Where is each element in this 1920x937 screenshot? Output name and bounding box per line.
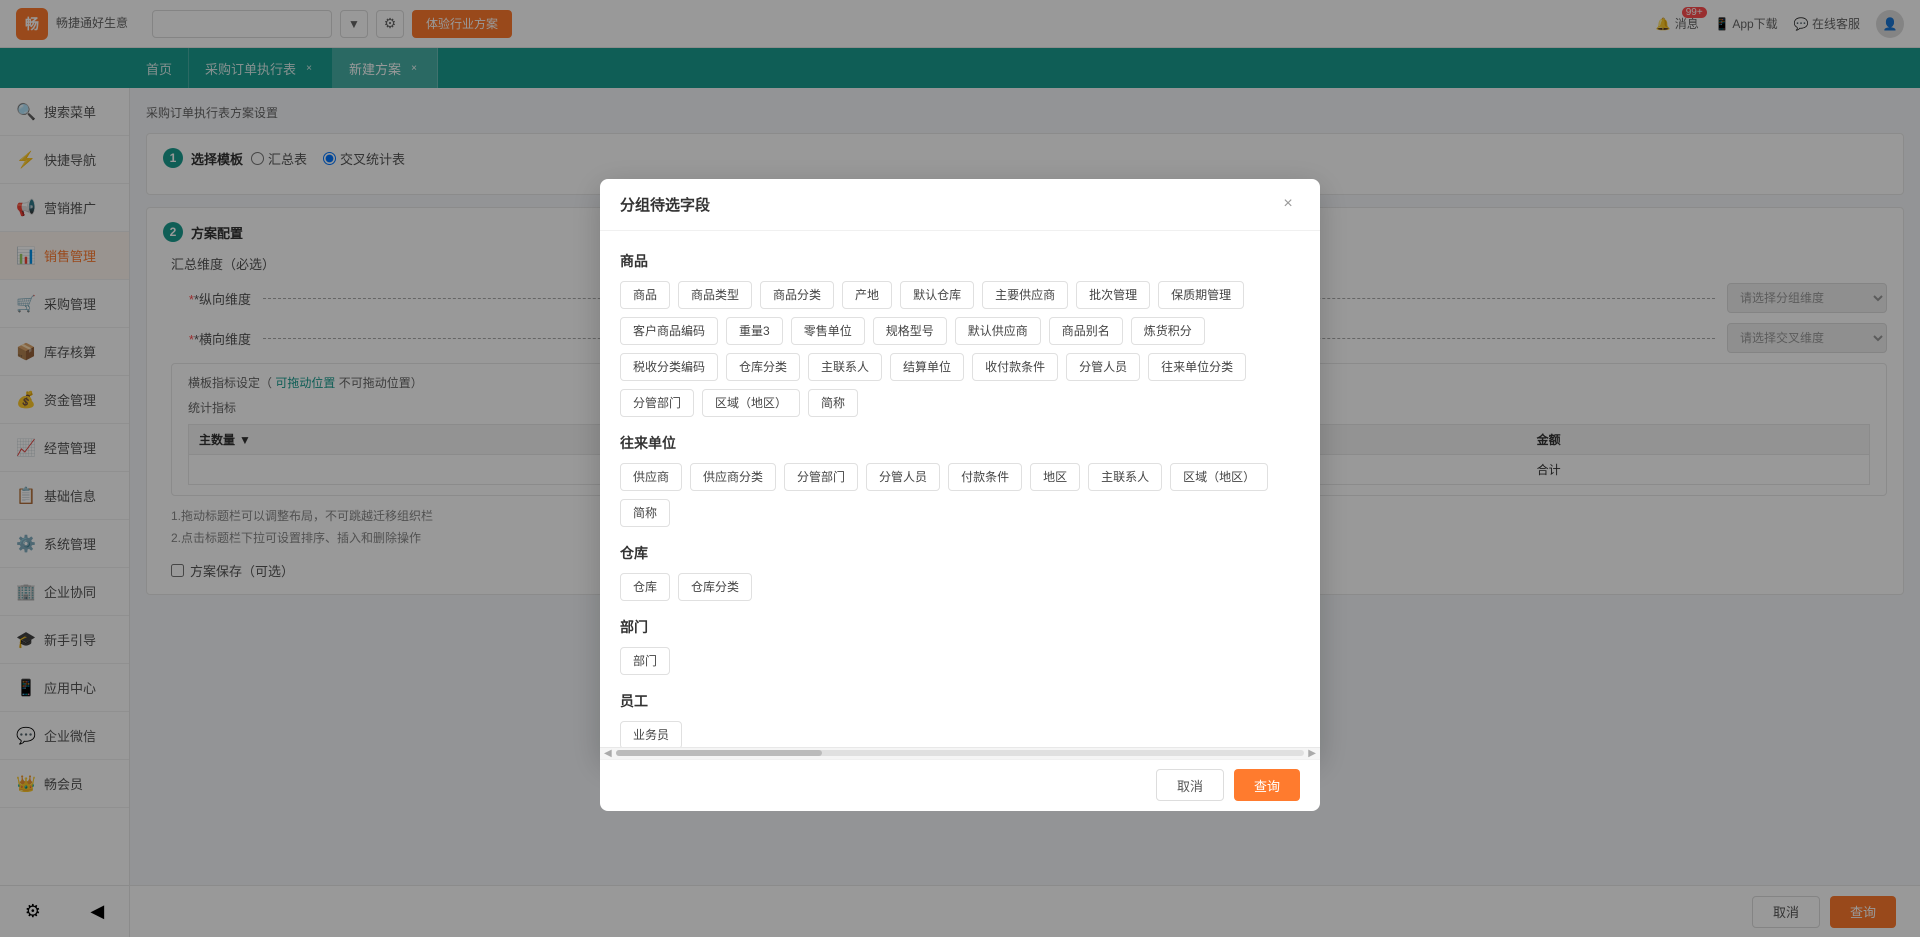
field-tag[interactable]: 简称 bbox=[808, 389, 858, 417]
field-tag[interactable]: 分管人员 bbox=[866, 463, 940, 491]
section-partner-title: 往来单位 bbox=[620, 433, 1300, 453]
modal-cancel-button[interactable]: 取消 bbox=[1156, 769, 1224, 801]
field-tag[interactable]: 区域（地区） bbox=[1170, 463, 1268, 491]
scroll-track bbox=[616, 750, 1305, 756]
modal-confirm-button[interactable]: 查询 bbox=[1234, 769, 1300, 801]
field-tag[interactable]: 分管部门 bbox=[784, 463, 858, 491]
field-tag[interactable]: 商品分类 bbox=[760, 281, 834, 309]
field-tag[interactable]: 重量3 bbox=[726, 317, 783, 345]
field-tag[interactable]: 主联系人 bbox=[808, 353, 882, 381]
field-tag[interactable]: 默认仓库 bbox=[900, 281, 974, 309]
field-tag[interactable]: 保质期管理 bbox=[1158, 281, 1244, 309]
field-tag[interactable]: 结算单位 bbox=[890, 353, 964, 381]
section-partner-fields: 供应商 供应商分类 分管部门 分管人员 付款条件 地区 主联系人 区域（地区） … bbox=[620, 463, 1300, 527]
section-department-fields: 部门 bbox=[620, 647, 1300, 675]
field-tag[interactable]: 供应商分类 bbox=[690, 463, 776, 491]
field-tag[interactable]: 往来单位分类 bbox=[1148, 353, 1246, 381]
modal-header: 分组待选字段 × bbox=[600, 179, 1320, 231]
modal-body[interactable]: 商品 商品 商品类型 商品分类 产地 默认仓库 主要供应商 批次管理 保质期管理… bbox=[600, 231, 1320, 747]
field-tag[interactable]: 主联系人 bbox=[1088, 463, 1162, 491]
section-warehouse-fields: 仓库 仓库分类 bbox=[620, 573, 1300, 601]
field-tag[interactable]: 商品 bbox=[620, 281, 670, 309]
scroll-right-arrow[interactable]: ▶ bbox=[1304, 748, 1316, 759]
section-goods-title: 商品 bbox=[620, 251, 1300, 271]
section-goods-fields: 商品 商品类型 商品分类 产地 默认仓库 主要供应商 批次管理 保质期管理 客户… bbox=[620, 281, 1300, 417]
modal-title: 分组待选字段 bbox=[620, 194, 710, 215]
modal-close-btn[interactable]: × bbox=[1276, 192, 1300, 216]
modal-overlay: 分组待选字段 × 商品 商品 商品类型 商品分类 产地 默认仓库 主要供应商 批… bbox=[0, 0, 1920, 937]
field-tag[interactable]: 收付款条件 bbox=[972, 353, 1058, 381]
field-tag[interactable]: 仓库分类 bbox=[678, 573, 752, 601]
field-tag[interactable]: 产地 bbox=[842, 281, 892, 309]
section-department-title: 部门 bbox=[620, 617, 1300, 637]
field-tag[interactable]: 炼货积分 bbox=[1131, 317, 1205, 345]
section-employee-title: 员工 bbox=[620, 691, 1300, 711]
field-tag[interactable]: 默认供应商 bbox=[955, 317, 1041, 345]
field-tag[interactable]: 供应商 bbox=[620, 463, 682, 491]
field-tag[interactable]: 客户商品编码 bbox=[620, 317, 718, 345]
modal-dialog: 分组待选字段 × 商品 商品 商品类型 商品分类 产地 默认仓库 主要供应商 批… bbox=[600, 179, 1320, 759]
scroll-thumb bbox=[616, 750, 823, 756]
field-tag[interactable]: 区域（地区） bbox=[702, 389, 800, 417]
field-tag[interactable]: 付款条件 bbox=[948, 463, 1022, 491]
field-tag[interactable]: 分管人员 bbox=[1066, 353, 1140, 381]
field-tag[interactable]: 分管部门 bbox=[620, 389, 694, 417]
field-tag[interactable]: 商品类型 bbox=[678, 281, 752, 309]
field-tag[interactable]: 主要供应商 bbox=[982, 281, 1068, 309]
field-tag[interactable]: 业务员 bbox=[620, 721, 682, 747]
scroll-left-arrow[interactable]: ◀ bbox=[604, 748, 616, 759]
modal-footer: 取消 查询 bbox=[600, 759, 1320, 811]
section-employee-fields: 业务员 bbox=[620, 721, 1300, 747]
field-tag[interactable]: 批次管理 bbox=[1076, 281, 1150, 309]
field-tag[interactable]: 简称 bbox=[620, 499, 670, 527]
field-tag[interactable]: 零售单位 bbox=[791, 317, 865, 345]
field-tag[interactable]: 部门 bbox=[620, 647, 670, 675]
field-tag[interactable]: 仓库分类 bbox=[726, 353, 800, 381]
section-warehouse-title: 仓库 bbox=[620, 543, 1300, 563]
field-tag[interactable]: 仓库 bbox=[620, 573, 670, 601]
modal-scrollbar[interactable]: ◀ ▶ bbox=[600, 747, 1320, 759]
field-tag[interactable]: 商品别名 bbox=[1049, 317, 1123, 345]
field-tag[interactable]: 地区 bbox=[1030, 463, 1080, 491]
field-tag[interactable]: 规格型号 bbox=[873, 317, 947, 345]
field-tag[interactable]: 税收分类编码 bbox=[620, 353, 718, 381]
